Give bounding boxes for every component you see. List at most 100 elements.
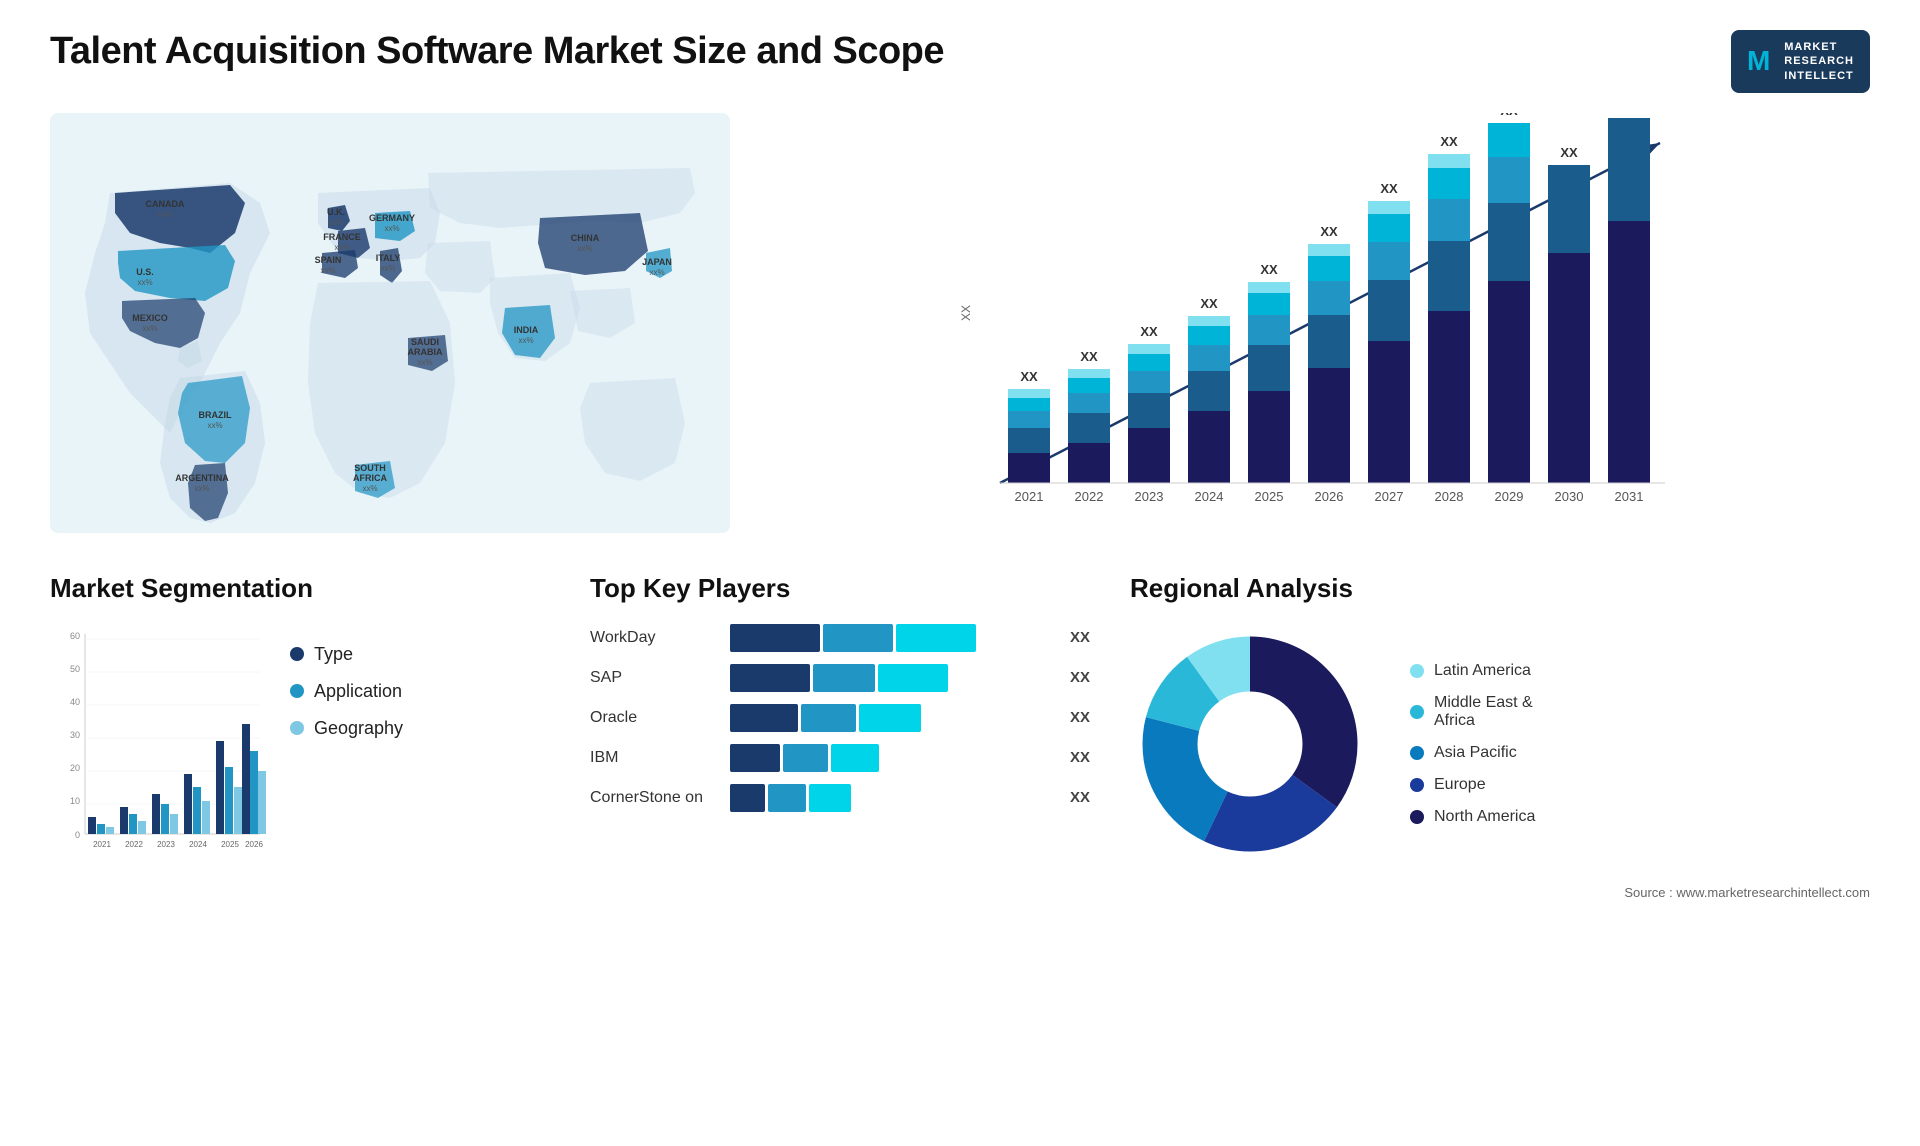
donut-chart	[1130, 624, 1370, 864]
bottom-section: Market Segmentation 0 10 20 30 40 50 60	[50, 573, 1870, 902]
regional-legend: Latin America Middle East &Africa Asia P…	[1410, 662, 1535, 826]
svg-text:2021: 2021	[93, 840, 111, 849]
svg-text:MEXICO: MEXICO	[132, 313, 168, 323]
reg-dot-latin	[1410, 664, 1424, 678]
svg-text:XX: XX	[1440, 134, 1458, 149]
legend-type: Type	[290, 644, 403, 665]
svg-text:50: 50	[70, 664, 80, 674]
growth-chart: XX XX XX XX	[760, 113, 1870, 533]
svg-text:XX: XX	[1260, 262, 1278, 277]
svg-text:XX: XX	[1080, 349, 1098, 364]
player-val-ibm: XX	[1070, 749, 1090, 766]
reg-dot-mea	[1410, 705, 1424, 719]
svg-text:GERMANY: GERMANY	[369, 213, 415, 223]
players-list: WorkDay XX SAP XX Oracle	[590, 624, 1090, 812]
page-header: Talent Acquisition Software Market Size …	[50, 30, 1870, 93]
player-val-workday: XX	[1070, 629, 1090, 646]
player-bars-sap	[730, 664, 1055, 692]
world-map: CANADA xx% U.S. xx% MEXICO xx% BRAZIL xx…	[50, 113, 730, 533]
svg-text:xx%: xx%	[137, 278, 152, 287]
svg-text:2023: 2023	[1135, 489, 1164, 504]
svg-text:xx%: xx%	[577, 244, 592, 253]
player-name-workday: WorkDay	[590, 629, 720, 647]
player-row-oracle: Oracle XX	[590, 704, 1090, 732]
svg-text:BRAZIL: BRAZIL	[199, 410, 232, 420]
player-row-workday: WorkDay XX	[590, 624, 1090, 652]
svg-text:2024: 2024	[189, 840, 207, 849]
svg-text:FRANCE: FRANCE	[323, 232, 361, 242]
source-container: Source : www.marketresearchintellect.com	[1130, 884, 1870, 902]
player-name-oracle: Oracle	[590, 709, 720, 727]
reg-label-mea: Middle East &Africa	[1434, 694, 1533, 730]
svg-text:2024: 2024	[1195, 489, 1224, 504]
legend-geography: Geography	[290, 718, 403, 739]
logo-line2: RESEARCH	[1784, 54, 1854, 68]
reg-label-europe: Europe	[1434, 776, 1486, 794]
player-bars-cornerstone	[730, 784, 1055, 812]
bar-seg-1	[730, 744, 780, 772]
svg-text:ITALY: ITALY	[376, 253, 401, 263]
svg-text:xx%: xx%	[157, 210, 172, 219]
source-text: Source : www.marketresearchintellect.com	[1624, 885, 1870, 900]
donut-svg	[1130, 624, 1370, 864]
svg-text:XX: XX	[1560, 145, 1578, 160]
svg-text:CANADA: CANADA	[146, 199, 185, 209]
svg-text:2022: 2022	[125, 840, 143, 849]
svg-text:XX: XX	[1140, 324, 1158, 339]
svg-text:60: 60	[70, 631, 80, 641]
svg-text:XX: XX	[1200, 296, 1218, 311]
svg-text:XX: XX	[1380, 181, 1398, 196]
svg-text:U.S.: U.S.	[136, 267, 154, 277]
svg-text:SOUTH: SOUTH	[354, 463, 386, 473]
player-bars-oracle	[730, 704, 1055, 732]
legend-application: Application	[290, 681, 403, 702]
svg-text:JAPAN: JAPAN	[642, 257, 672, 267]
svg-text:2027: 2027	[1375, 489, 1404, 504]
player-row-cornerstone: CornerStone on XX	[590, 784, 1090, 812]
logo-line3: INTELLECT	[1784, 69, 1854, 83]
svg-text:xx%: xx%	[328, 218, 343, 227]
player-name-sap: SAP	[590, 669, 720, 687]
top-section: CANADA xx% U.S. xx% MEXICO xx% BRAZIL xx…	[50, 113, 1870, 533]
svg-text:AFRICA: AFRICA	[353, 473, 387, 483]
svg-text:XX: XX	[959, 305, 973, 321]
legend-app-dot	[290, 684, 304, 698]
reg-apac: Asia Pacific	[1410, 744, 1535, 762]
player-val-sap: XX	[1070, 669, 1090, 686]
growth-chart-svg: XX XX XX XX	[760, 113, 1870, 533]
player-bars-ibm	[730, 744, 1055, 772]
player-row-ibm: IBM XX	[590, 744, 1090, 772]
bar-seg-3	[809, 784, 851, 812]
reg-north-america: North America	[1410, 808, 1535, 826]
segmentation-legend: Type Application Geography	[290, 624, 403, 755]
svg-text:CHINA: CHINA	[571, 233, 600, 243]
bar-seg-3	[831, 744, 879, 772]
svg-text:xx%: xx%	[417, 358, 432, 367]
bar-seg-3	[878, 664, 948, 692]
svg-text:XX: XX	[1020, 369, 1038, 384]
segmentation-chart: 0 10 20 30 40 50 60	[50, 624, 270, 864]
regional-section: Regional Analysis	[1130, 573, 1870, 902]
reg-mea: Middle East &Africa	[1410, 694, 1535, 730]
legend-type-dot	[290, 647, 304, 661]
svg-text:xx%: xx%	[142, 324, 157, 333]
svg-text:2025: 2025	[1255, 489, 1284, 504]
key-players-title: Top Key Players	[590, 573, 1090, 604]
seg-chart-svg: 0 10 20 30 40 50 60	[50, 624, 270, 864]
bar-seg-2	[768, 784, 806, 812]
bar-seg-3	[896, 624, 976, 652]
legend-type-label: Type	[314, 644, 353, 665]
svg-text:2022: 2022	[1075, 489, 1104, 504]
svg-text:xx%: xx%	[207, 421, 222, 430]
bar-seg-2	[823, 624, 893, 652]
player-val-oracle: XX	[1070, 709, 1090, 726]
logo-line1: MARKET	[1784, 40, 1854, 54]
reg-label-na: North America	[1434, 808, 1535, 826]
reg-latin-america: Latin America	[1410, 662, 1535, 680]
bar-seg-1	[730, 664, 810, 692]
svg-text:SPAIN: SPAIN	[315, 255, 342, 265]
reg-dot-na	[1410, 810, 1424, 824]
svg-text:2021: 2021	[1015, 489, 1044, 504]
bar-seg-1	[730, 704, 798, 732]
player-bars-workday	[730, 624, 1055, 652]
